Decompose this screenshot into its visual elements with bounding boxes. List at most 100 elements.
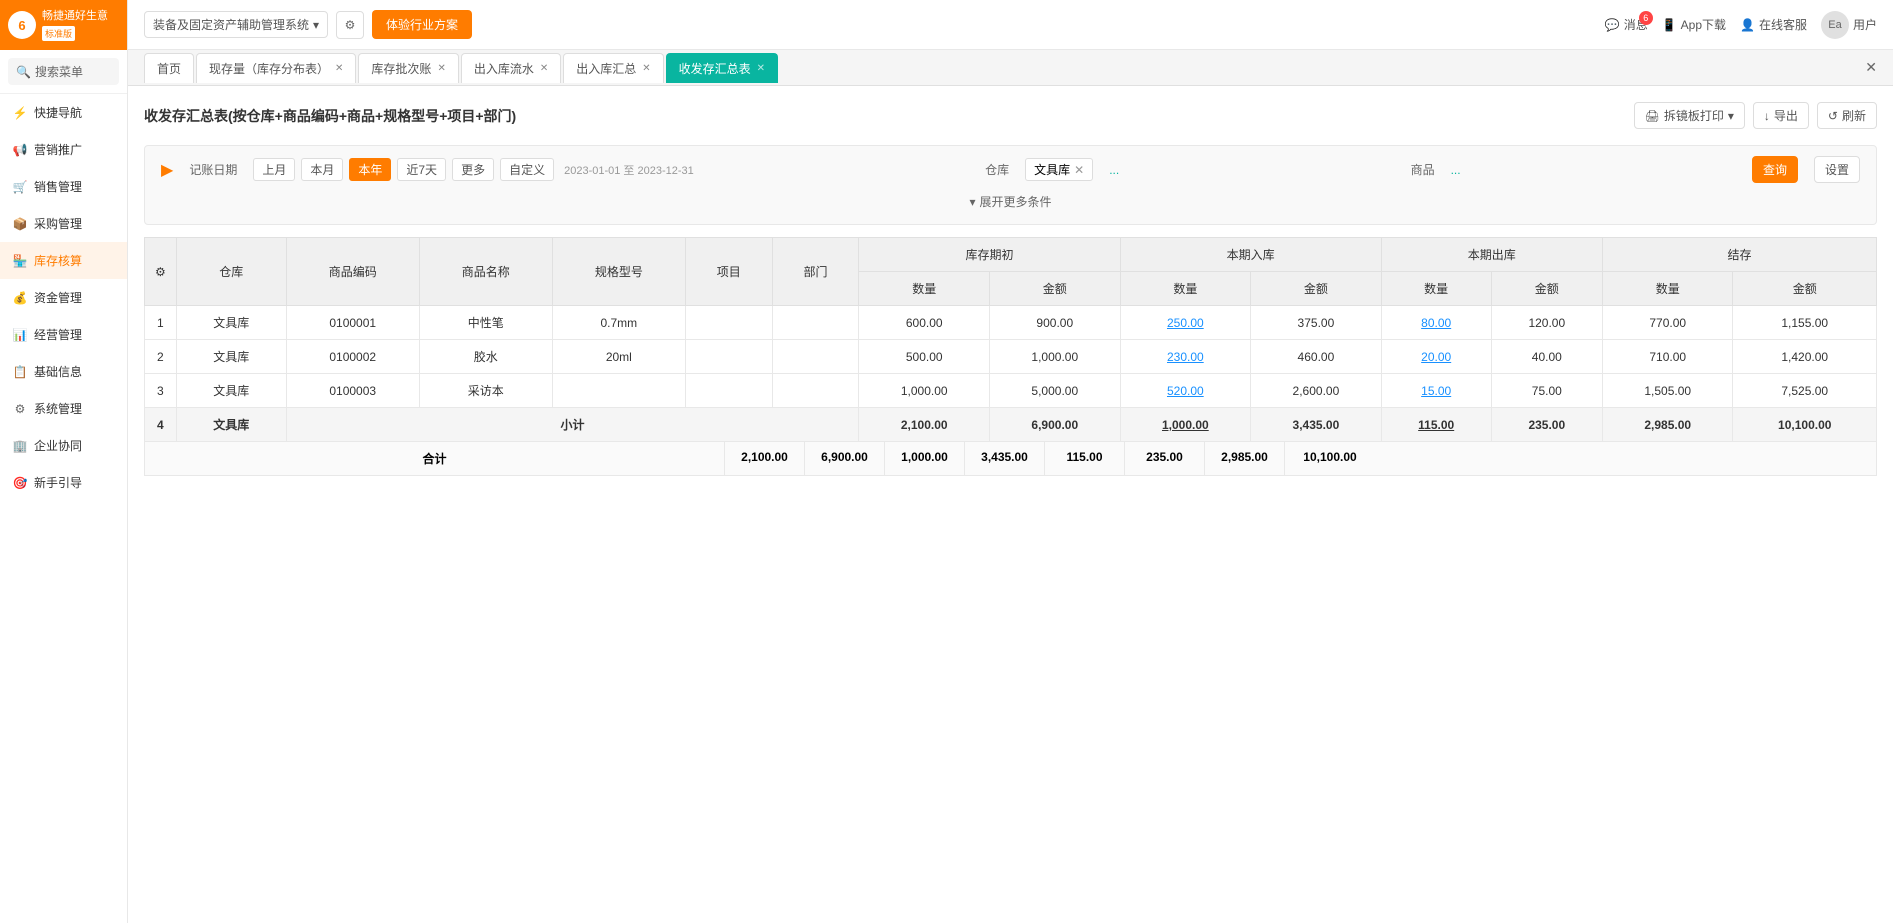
trial-button[interactable]: 体验行业方案 bbox=[372, 10, 472, 39]
sidebar-item-label: 系统管理 bbox=[34, 400, 82, 417]
col-closing-amt: 金额 bbox=[1733, 272, 1877, 306]
filter-collapse-icon[interactable]: ▶ bbox=[161, 160, 173, 180]
basic-icon: 📋 bbox=[12, 364, 28, 380]
print-button[interactable]: 🖨 拆镜板打印 ▾ bbox=[1634, 102, 1745, 129]
date-7days-btn[interactable]: 近7天 bbox=[397, 158, 446, 181]
row-out-qty[interactable]: 20.00 bbox=[1381, 340, 1491, 374]
date-custom-btn[interactable]: 自定义 bbox=[500, 158, 554, 181]
sidebar-item-purchase[interactable]: 📦 采购管理 bbox=[0, 205, 127, 242]
data-table: ⚙ 仓库 商品编码 商品名称 规格型号 项目 部门 库存期初 本期入库 本期出库… bbox=[144, 237, 1877, 442]
close-tab-button[interactable]: ✕ bbox=[1865, 59, 1877, 76]
close-icon[interactable]: ✕ bbox=[335, 63, 343, 74]
query-button[interactable]: 查询 bbox=[1752, 156, 1798, 183]
close-icon[interactable]: ✕ bbox=[757, 63, 765, 74]
sidebar-item-marketing[interactable]: 📢 营销推广 bbox=[0, 131, 127, 168]
tab-inout-flow[interactable]: 出入库流水 ✕ bbox=[461, 53, 561, 83]
sidebar-logo: 6 畅捷通好生意 标准版 bbox=[0, 0, 127, 50]
date-filter-buttons: 上月 本月 本年 近7天 更多 自定义 2023-01-01 至 2023-12… bbox=[253, 158, 693, 181]
row-warehouse: 文具库 bbox=[176, 340, 286, 374]
refresh-button[interactable]: ↺ 刷新 bbox=[1817, 102, 1877, 129]
sidebar-item-inventory[interactable]: 🏪 库存核算 bbox=[0, 242, 127, 279]
purchase-icon: 📦 bbox=[12, 216, 28, 232]
settings-config-button[interactable]: 设置 bbox=[1814, 156, 1860, 183]
sidebar-item-label: 基础信息 bbox=[34, 363, 82, 380]
col-in-amt: 金额 bbox=[1251, 272, 1382, 306]
subtotal-opening-amt: 6,900.00 bbox=[990, 408, 1121, 442]
guide-icon: 🎯 bbox=[12, 475, 28, 491]
row-out-qty[interactable]: 15.00 bbox=[1381, 374, 1491, 408]
close-icon[interactable]: ✕ bbox=[437, 63, 445, 74]
row-in-qty[interactable]: 250.00 bbox=[1120, 306, 1251, 340]
col-settings-header[interactable]: ⚙ bbox=[145, 238, 177, 306]
tab-label: 收发存汇总表 bbox=[679, 60, 751, 77]
user-menu-button[interactable]: Ea 用户 bbox=[1821, 11, 1877, 39]
marketing-icon: 📢 bbox=[12, 142, 28, 158]
main-area: 装备及固定资产辅助管理系统 ▾ ⚙ 体验行业方案 💬 消息 6 📱 App下载 … bbox=[128, 0, 1893, 923]
row-in-qty[interactable]: 230.00 bbox=[1120, 340, 1251, 374]
close-icon[interactable]: ✕ bbox=[540, 63, 548, 74]
sidebar-search-area: 🔍 搜索菜单 bbox=[0, 50, 127, 94]
tab-inventory-dist[interactable]: 现存量（库存分布表） ✕ bbox=[196, 53, 356, 83]
date-this-year-btn[interactable]: 本年 bbox=[349, 158, 391, 181]
chevron-down-icon: ▾ bbox=[313, 18, 319, 32]
date-this-month-btn[interactable]: 本月 bbox=[301, 158, 343, 181]
goods-more-btn[interactable]: ... bbox=[1451, 163, 1461, 177]
finance-icon: 💰 bbox=[12, 290, 28, 306]
filter-area: ▶ 记账日期 上月 本月 本年 近7天 更多 自定义 2023-01-01 至 … bbox=[144, 145, 1877, 225]
warehouse-tag: 文具库 ✕ bbox=[1025, 158, 1093, 181]
settings-button[interactable]: ⚙ bbox=[336, 11, 364, 39]
sidebar-item-shortcut[interactable]: ⚡ 快捷导航 bbox=[0, 94, 127, 131]
col-project-header: 项目 bbox=[685, 238, 772, 306]
app-download-label: App下载 bbox=[1681, 16, 1726, 33]
search-menu-button[interactable]: 🔍 搜索菜单 bbox=[8, 58, 119, 85]
print-label: 拆镜板打印 bbox=[1664, 107, 1724, 124]
user-label: 用户 bbox=[1853, 16, 1877, 33]
expand-label: 展开更多条件 bbox=[980, 193, 1052, 210]
warehouse-tag-close-icon[interactable]: ✕ bbox=[1074, 163, 1084, 177]
close-icon[interactable]: ✕ bbox=[642, 63, 650, 74]
sidebar-item-label: 营销推广 bbox=[34, 141, 82, 158]
online-service-button[interactable]: 👤 在线客服 bbox=[1740, 16, 1807, 33]
app-download-button[interactable]: 📱 App下载 bbox=[1662, 16, 1726, 33]
refresh-icon: ↺ bbox=[1828, 109, 1838, 123]
subtotal-row: 4 文具库 小计 2,100.00 6,900.00 1,000.00 3,43… bbox=[145, 408, 1877, 442]
row-out-qty[interactable]: 80.00 bbox=[1381, 306, 1491, 340]
row-closing-amt: 1,420.00 bbox=[1733, 340, 1877, 374]
page-title-row: 收发存汇总表(按仓库+商品编码+商品+规格型号+项目+部门) 🖨 拆镜板打印 ▾… bbox=[144, 102, 1877, 129]
tab-recv-summary[interactable]: 收发存汇总表 ✕ bbox=[666, 53, 778, 83]
sidebar-item-finance[interactable]: 💰 资金管理 bbox=[0, 279, 127, 316]
search-label: 搜索菜单 bbox=[35, 63, 83, 80]
download-icon: 📱 bbox=[1662, 18, 1677, 32]
expand-conditions-btn[interactable]: ▾ 展开更多条件 bbox=[969, 193, 1051, 210]
col-closing-qty: 数量 bbox=[1602, 272, 1733, 306]
sidebar-item-sales[interactable]: 🛒 销售管理 bbox=[0, 168, 127, 205]
system-selector[interactable]: 装备及固定资产辅助管理系统 ▾ bbox=[144, 11, 328, 38]
goods-filter-label: 商品 bbox=[1411, 161, 1435, 178]
row-in-amt: 375.00 bbox=[1251, 306, 1382, 340]
total-label: 合计 bbox=[145, 442, 725, 475]
tab-batch[interactable]: 库存批次账 ✕ bbox=[358, 53, 458, 83]
sidebar-item-basic[interactable]: 📋 基础信息 bbox=[0, 353, 127, 390]
col-opening-group: 库存期初 bbox=[859, 238, 1120, 272]
col-department-header: 部门 bbox=[772, 238, 859, 306]
messages-button[interactable]: 💬 消息 6 bbox=[1605, 16, 1648, 33]
date-last-month-btn[interactable]: 上月 bbox=[253, 158, 295, 181]
sidebar-nav: ⚡ 快捷导航 📢 营销推广 🛒 销售管理 📦 采购管理 🏪 库存核算 💰 资金管… bbox=[0, 94, 127, 923]
message-icon: 💬 bbox=[1605, 18, 1620, 32]
table-settings-icon[interactable]: ⚙ bbox=[155, 265, 166, 279]
sidebar-item-enterprise[interactable]: 🏢 企业协同 bbox=[0, 427, 127, 464]
sidebar-item-system[interactable]: ⚙ 系统管理 bbox=[0, 390, 127, 427]
col-opening-amt: 金额 bbox=[990, 272, 1121, 306]
sidebar-item-operations[interactable]: 📊 经营管理 bbox=[0, 316, 127, 353]
warehouse-more-btn[interactable]: ... bbox=[1109, 163, 1119, 177]
tab-home[interactable]: 首页 bbox=[144, 53, 194, 83]
table-row: 2 文具库 0100002 胶水 20ml 500.00 1,000.00 23… bbox=[145, 340, 1877, 374]
row-in-qty[interactable]: 520.00 bbox=[1120, 374, 1251, 408]
logo-text: 畅捷通好生意 bbox=[42, 9, 108, 23]
sidebar-item-guide[interactable]: 🎯 新手引导 bbox=[0, 464, 127, 501]
export-button[interactable]: ↓ 导出 bbox=[1753, 102, 1809, 129]
tab-inout-summary[interactable]: 出入库汇总 ✕ bbox=[563, 53, 663, 83]
messages-badge: 6 bbox=[1639, 11, 1653, 25]
subtotal-opening-qty: 2,100.00 bbox=[859, 408, 990, 442]
date-more-btn[interactable]: 更多 bbox=[452, 158, 494, 181]
